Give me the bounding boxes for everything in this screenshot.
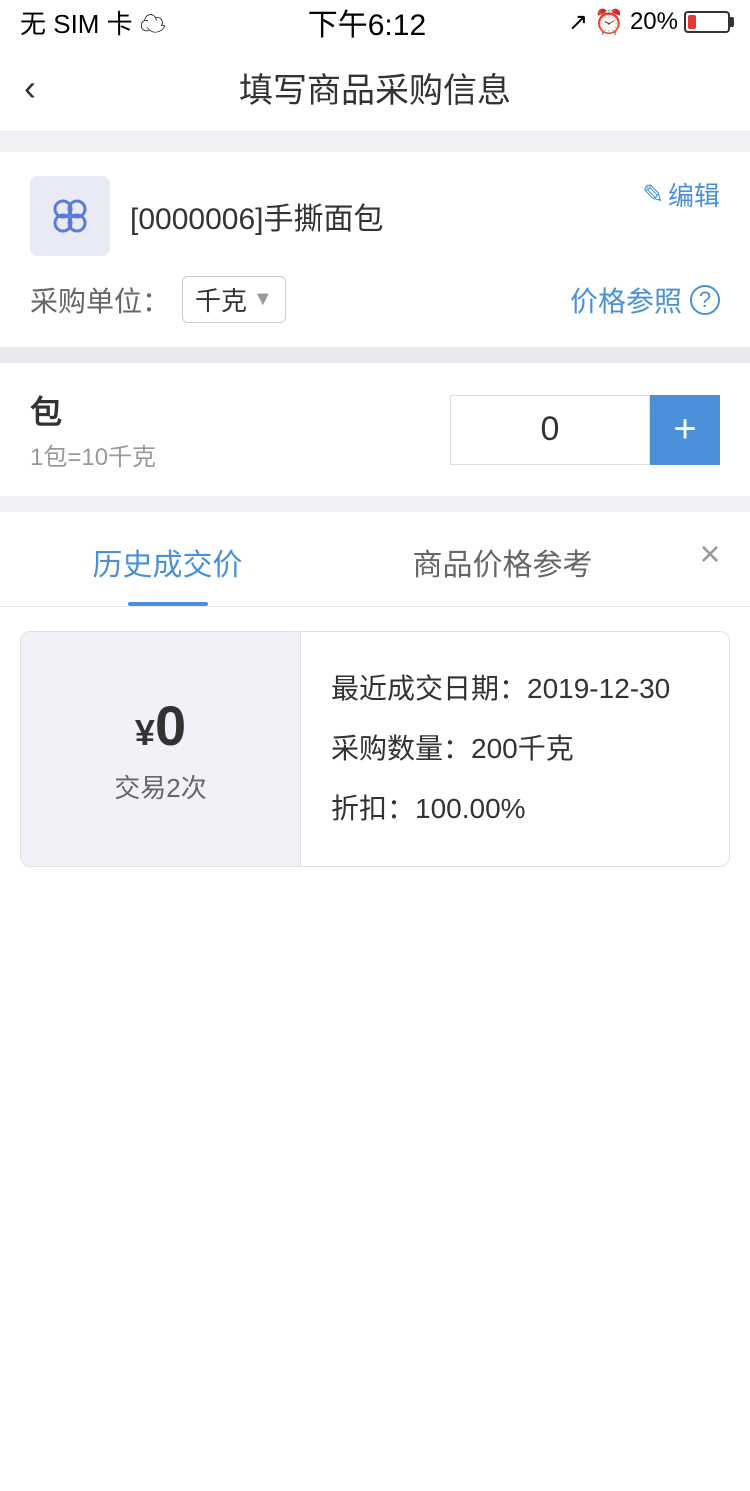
product-id: [0000006] [130, 203, 263, 236]
unit-prefix-label: 采购单位： [30, 280, 170, 320]
quantity-plus-button[interactable]: + [650, 395, 720, 465]
product-left: [0000006]手撕面包 [30, 176, 383, 256]
discount-value: 100.00% [415, 793, 526, 824]
price-reference-button[interactable]: 价格参照 ? [570, 280, 720, 320]
currency-symbol: ¥ [135, 712, 155, 753]
info-icon: ? [690, 285, 720, 315]
quantity-label-wrap: 包 1包=10千克 [30, 387, 156, 472]
edit-label: 编辑 [668, 176, 720, 213]
product-unit-row: 采购单位： 千克 ▼ 价格参照 ? [30, 276, 720, 323]
product-title: 手撕面包 [263, 203, 383, 236]
price-display: ¥0 [135, 693, 186, 758]
quantity-input-wrap: + [450, 395, 720, 465]
tab-close-button[interactable]: × [670, 533, 750, 585]
location-icon: ↗ [568, 8, 588, 37]
product-header: [0000006]手撕面包 ✎ 编辑 [30, 176, 720, 256]
product-name: [0000006]手撕面包 [130, 194, 383, 238]
purchase-quantity-value: 200千克 [471, 733, 574, 764]
back-button[interactable]: ‹ [24, 67, 36, 109]
battery-fill [688, 15, 696, 29]
tab-product-price-ref[interactable]: 商品价格参考 [335, 512, 670, 606]
bottom-area [0, 891, 750, 1491]
unit-value: 千克 [195, 281, 247, 318]
recent-date-value: 2019-12-30 [527, 673, 670, 704]
tab-history-price[interactable]: 历史成交价 [0, 512, 335, 606]
status-left: 无 SIM 卡 ☁ [20, 4, 166, 41]
product-thumbnail [30, 176, 110, 256]
purchase-quantity-label: 采购数量： [331, 733, 471, 764]
alarm-icon: ⏰ [594, 8, 624, 37]
recent-date-row: 最近成交日期：2019-12-30 [331, 668, 699, 710]
price-card-left: ¥0 交易2次 [21, 632, 301, 866]
price-card-wrap: ¥0 交易2次 最近成交日期：2019-12-30 采购数量：200千克 折扣：… [0, 607, 750, 891]
purchase-quantity-row: 采购数量：200千克 [331, 728, 699, 770]
section-divider [0, 347, 750, 363]
price-ref-label: 价格参照 [570, 280, 682, 320]
price-card: ¥0 交易2次 最近成交日期：2019-12-30 采购数量：200千克 折扣：… [20, 631, 730, 867]
sim-signal-text: 无 SIM 卡 ☁ [20, 4, 166, 41]
status-time: 下午6:12 [308, 0, 426, 44]
price-amount: 0 [155, 694, 186, 757]
recent-date-label: 最近成交日期： [331, 673, 527, 704]
page-title: 填写商品采购信息 [239, 63, 511, 112]
battery-percent: 20% [630, 8, 678, 36]
battery-icon [684, 11, 730, 33]
status-bar: 无 SIM 卡 ☁ 下午6:12 ↗ ⏰ 20% [0, 0, 750, 44]
edit-icon: ✎ [642, 179, 664, 210]
tab-bar: 历史成交价 商品价格参考 × [0, 512, 750, 607]
price-trades: 交易2次 [114, 768, 206, 805]
quantity-row: 包 1包=10千克 + [0, 363, 750, 496]
dropdown-arrow-icon: ▼ [253, 288, 273, 311]
product-section: [0000006]手撕面包 ✎ 编辑 采购单位： 千克 ▼ 价格参照 ? [0, 152, 750, 347]
quantity-unit-big: 包 [30, 387, 156, 433]
edit-button[interactable]: ✎ 编辑 [642, 176, 720, 213]
quantity-unit-small: 1包=10千克 [30, 437, 156, 472]
unit-select[interactable]: 千克 ▼ [182, 276, 286, 323]
product-unit-left: 采购单位： 千克 ▼ [30, 276, 286, 323]
price-card-right: 最近成交日期：2019-12-30 采购数量：200千克 折扣：100.00% [301, 632, 729, 866]
discount-label: 折扣： [331, 793, 415, 824]
tab-section: 历史成交价 商品价格参考 × ¥0 交易2次 最近成交日期：2019-12-30… [0, 512, 750, 1491]
quantity-input[interactable] [450, 395, 650, 465]
status-right: ↗ ⏰ 20% [568, 8, 730, 37]
nav-bar: ‹ 填写商品采购信息 [0, 44, 750, 132]
discount-row: 折扣：100.00% [331, 788, 699, 830]
